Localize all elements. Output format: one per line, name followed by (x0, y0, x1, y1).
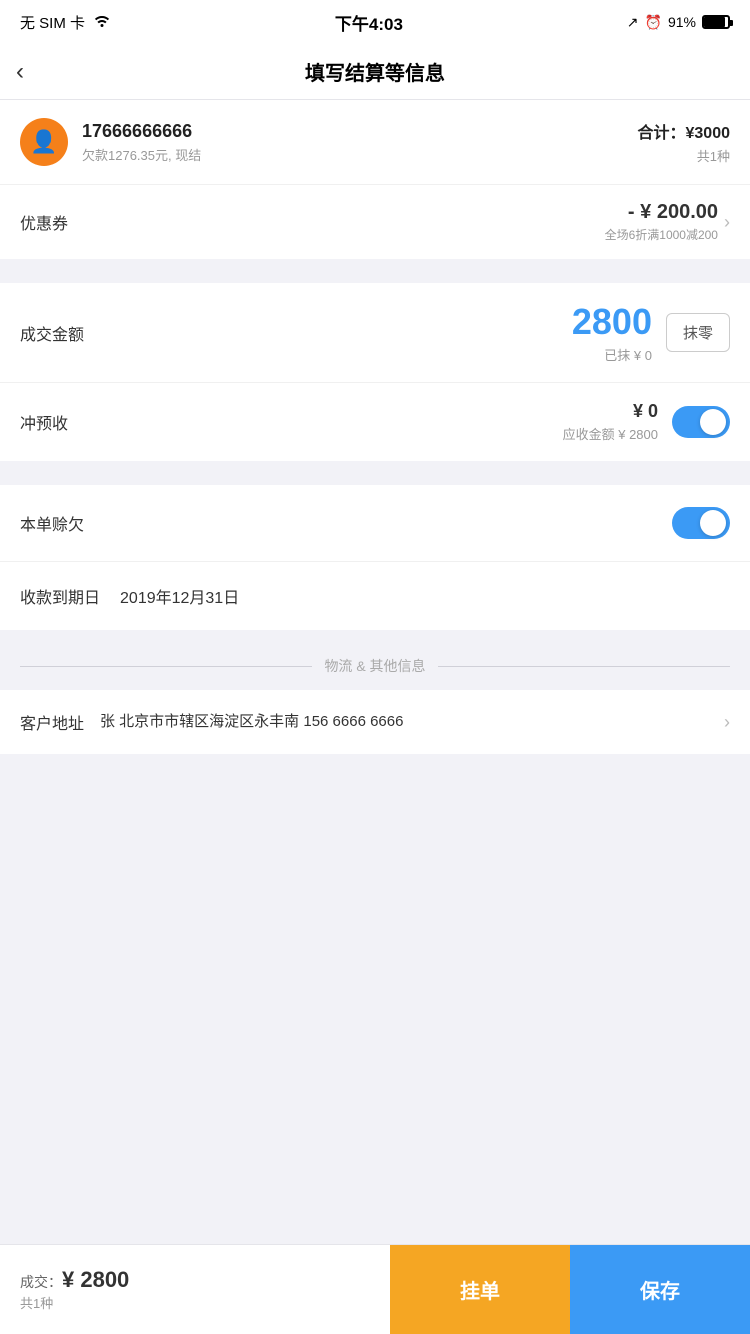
total-value: ¥3000 (686, 125, 731, 142)
divider-1 (0, 271, 750, 283)
status-right: ↗ ⏰ 91% (627, 14, 730, 31)
customer-count: 共1种 (637, 146, 730, 165)
coupon-label: 优惠券 (20, 210, 68, 234)
location-icon: ↗ (627, 14, 639, 31)
bottom-summary: 成交：¥ 2800 共1种 (0, 1267, 390, 1312)
bottom-spacer (0, 766, 750, 856)
back-button[interactable]: ‹ (16, 58, 24, 86)
alarm-icon: ⏰ (645, 14, 662, 31)
pre-collection-toggle[interactable] (672, 406, 730, 438)
amount-section: 成交金额 2800 已抹 ¥ 0 抹零 冲预收 ¥ 0 应收金额 ¥ 2800 (0, 283, 750, 461)
nav-bar: ‹ 填写结算等信息 (0, 44, 750, 100)
divider-line-left (20, 666, 312, 667)
coupon-value-block: - ¥ 200.00 全场6折满1000减200 (605, 201, 718, 243)
logistics-label: 物流 & 其他信息 (324, 656, 425, 676)
coupon-value: - ¥ 200.00 (605, 201, 718, 224)
debt-toggle[interactable] (672, 507, 730, 539)
coupon-row[interactable]: 优惠券 - ¥ 200.00 全场6折满1000减200 › (0, 185, 750, 259)
bottom-bar: 成交：¥ 2800 共1种 挂单 保存 (0, 1244, 750, 1334)
coupon-right: - ¥ 200.00 全场6折满1000减200 › (605, 201, 730, 243)
customer-right: 合计：¥3000 共1种 (637, 119, 730, 165)
summary-top: 成交：¥ 2800 (20, 1267, 370, 1293)
pre-collection-value-col: ¥ 0 应收金额 ¥ 2800 (563, 401, 658, 443)
address-row[interactable]: 客户地址 张 北京市市辖区海淀区永丰南 156 6666 6666 › (0, 690, 750, 754)
pre-collection-right: ¥ 0 应收金额 ¥ 2800 (563, 401, 730, 443)
address-section: 客户地址 张 北京市市辖区海淀区永丰南 156 6666 6666 › (0, 690, 750, 754)
due-date-label: 收款到期日 (20, 584, 100, 608)
customer-info: 17666666666 欠款1276.35元, 现结 (82, 121, 201, 164)
amount-sub: 已抹 ¥ 0 (572, 345, 652, 364)
customer-total: 合计：¥3000 (637, 119, 730, 143)
debt-section: 本单赊欠 收款到期日 2019年12月31日 (0, 485, 750, 630)
avatar: 👤 (20, 118, 68, 166)
carrier-label: 无 SIM 卡 (20, 12, 85, 33)
wifi-icon (93, 13, 111, 31)
amount-label: 成交金额 (20, 321, 84, 345)
total-label: 合计： (637, 125, 685, 142)
status-time: 下午4:03 (335, 10, 403, 35)
summary-label: 成交： (20, 1274, 62, 1290)
due-date-value: 2019年12月31日 (120, 584, 239, 608)
summary-amount: ¥ 2800 (62, 1267, 129, 1292)
amount-right: 2800 已抹 ¥ 0 抹零 (572, 301, 730, 364)
customer-row: 👤 17666666666 欠款1276.35元, 现结 合计：¥3000 共1… (0, 100, 750, 185)
page-title: 填写结算等信息 (305, 57, 445, 86)
amount-row: 成交金额 2800 已抹 ¥ 0 抹零 (0, 283, 750, 383)
amount-col: 2800 已抹 ¥ 0 (572, 301, 652, 364)
customer-left: 👤 17666666666 欠款1276.35元, 现结 (20, 118, 201, 166)
hold-button[interactable]: 挂单 (390, 1245, 570, 1334)
address-value: 张 北京市市辖区海淀区永丰南 156 6666 6666 (100, 711, 724, 734)
status-left: 无 SIM 卡 (20, 12, 111, 33)
customer-sub: 欠款1276.35元, 现结 (82, 145, 201, 164)
logistics-divider: 物流 & 其他信息 (0, 642, 750, 690)
debt-row: 本单赊欠 (0, 485, 750, 561)
summary-count: 共1种 (20, 1293, 370, 1312)
round-down-button[interactable]: 抹零 (666, 313, 730, 352)
debt-label: 本单赊欠 (20, 511, 84, 535)
pre-collection-label: 冲预收 (20, 410, 68, 434)
divider-2 (0, 473, 750, 485)
pre-collection-row: 冲预收 ¥ 0 应收金额 ¥ 2800 (0, 383, 750, 461)
save-button[interactable]: 保存 (570, 1245, 750, 1334)
customer-phone: 17666666666 (82, 121, 201, 142)
avatar-icon: 👤 (30, 129, 57, 155)
pre-collection-value: ¥ 0 (563, 401, 658, 422)
battery-label: 91% (668, 14, 696, 30)
divider-line-right (438, 666, 730, 667)
pre-collection-sub: 应收金额 ¥ 2800 (563, 424, 658, 443)
chevron-right-icon: › (724, 212, 730, 233)
due-date-row: 收款到期日 2019年12月31日 (0, 561, 750, 630)
status-bar: 无 SIM 卡 下午4:03 ↗ ⏰ 91% (0, 0, 750, 44)
address-chevron-icon: › (724, 712, 730, 733)
customer-section: 👤 17666666666 欠款1276.35元, 现结 合计：¥3000 共1… (0, 100, 750, 259)
amount-value: 2800 (572, 301, 652, 343)
battery-icon (702, 15, 730, 29)
address-label: 客户地址 (20, 710, 84, 734)
coupon-desc: 全场6折满1000减200 (605, 226, 718, 243)
